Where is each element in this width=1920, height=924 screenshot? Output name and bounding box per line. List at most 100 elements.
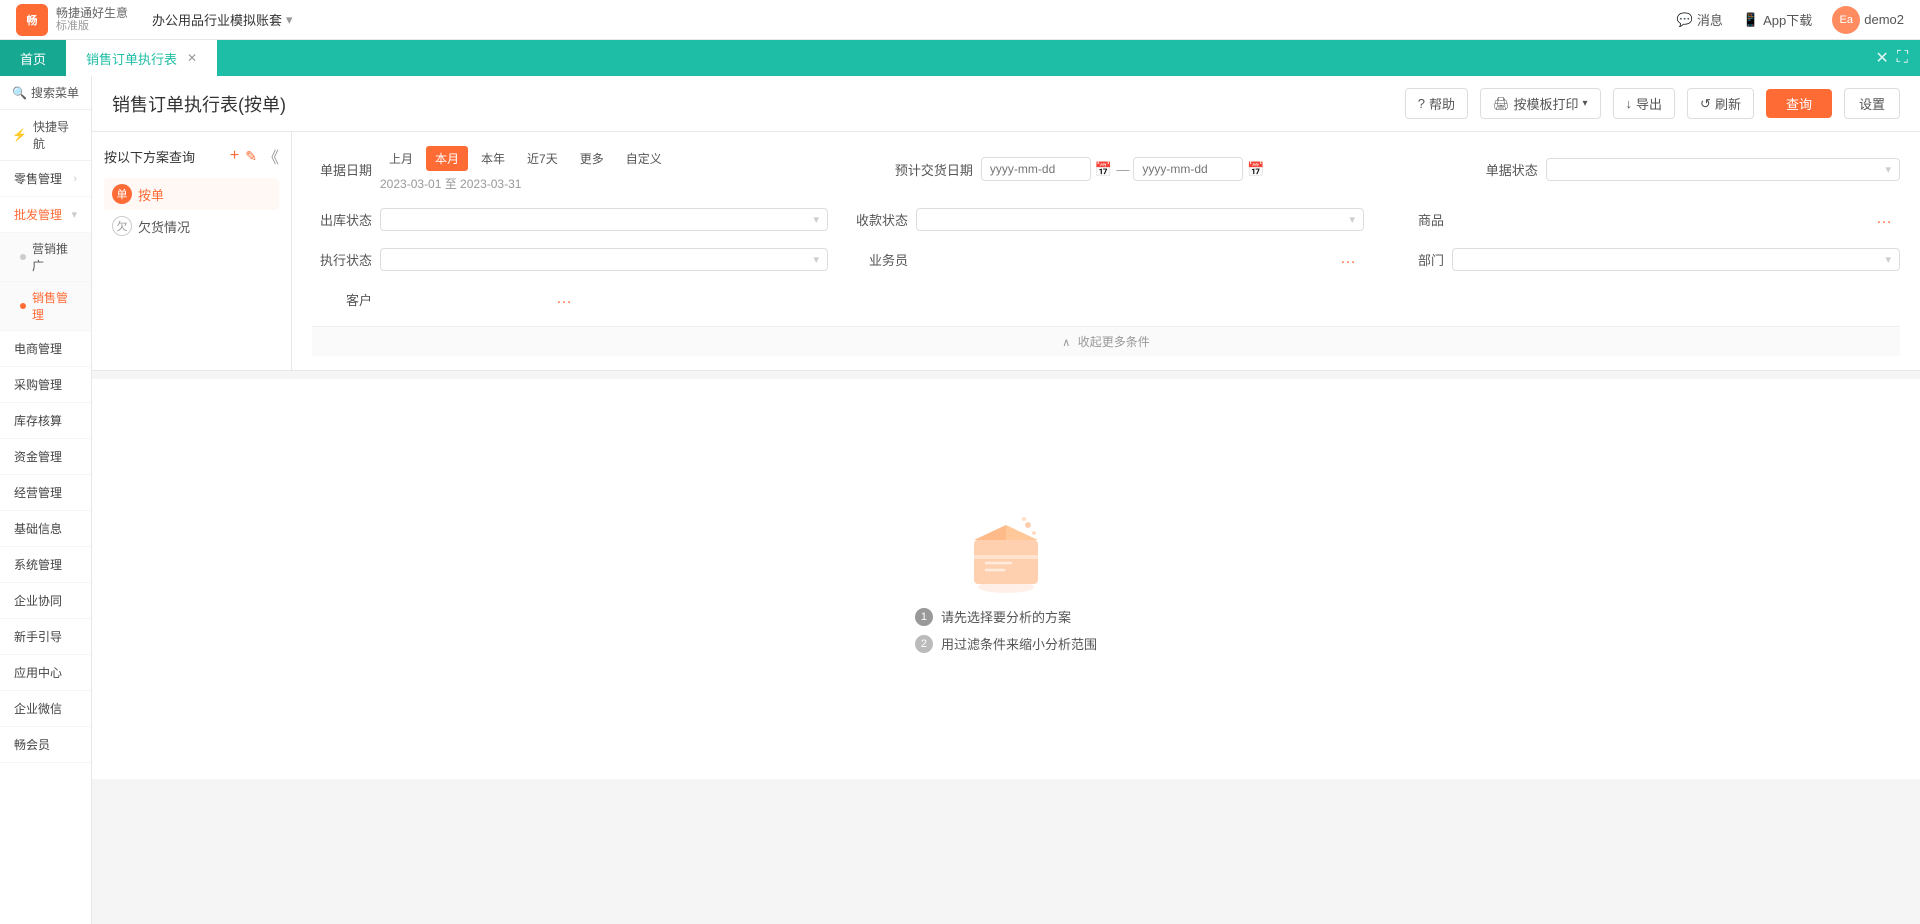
wholesale-arrow-icon: ▾ xyxy=(71,208,77,221)
cal-to-icon[interactable]: 📅 xyxy=(1247,161,1264,178)
delivery-status-arrow-icon: ▾ xyxy=(813,213,819,226)
predicted-date-from[interactable] xyxy=(981,157,1091,181)
app-name: 畅捷通好生意 标准版 xyxy=(56,6,128,34)
sidebar-item-operation[interactable]: 经营管理 xyxy=(0,475,91,511)
page-header: 销售订单执行表(按单) ? 帮助 🖨 按模板打印 ▾ ↓ 导出 ↺ 刷新 xyxy=(92,76,1920,132)
customer-more-icon[interactable]: … xyxy=(556,290,572,308)
sidebar-item-appstore[interactable]: 应用中心 xyxy=(0,655,91,691)
message-button[interactable]: 💬 消息 xyxy=(1677,10,1723,29)
step-2-num: 2 xyxy=(915,635,933,653)
goods-label: 商品 xyxy=(1384,210,1444,229)
empty-steps: 1 请先选择要分析的方案 2 用过滤条件来缩小分析范围 xyxy=(915,607,1097,653)
filter-salesperson-field: 业务员 … xyxy=(848,246,1364,272)
filter-date-field: 单据日期 上月 本月 本年 近7天 更多 自定义 2023-03-01 至 20… xyxy=(312,146,875,192)
sidebar-item-finance[interactable]: 资金管理 xyxy=(0,439,91,475)
predicted-date-label: 预计交货日期 xyxy=(895,160,973,179)
exec-status-select[interactable]: ▾ xyxy=(380,248,828,271)
date-control: 上月 本月 本年 近7天 更多 自定义 2023-03-01 至 2023-03… xyxy=(380,146,875,192)
sidebar-item-quick-nav[interactable]: ⚡ 快捷导航 xyxy=(0,110,91,161)
quick-nav-icon: ⚡ xyxy=(12,128,27,142)
dept-label: 部门 xyxy=(1384,250,1444,269)
settings-button[interactable]: 设置 xyxy=(1844,88,1900,119)
date-tab-more[interactable]: 更多 xyxy=(571,146,613,171)
help-button[interactable]: ? 帮助 xyxy=(1405,88,1468,119)
cal-from-icon[interactable]: 📅 xyxy=(1095,161,1112,178)
app-logo: 畅 xyxy=(16,4,48,36)
sidebar-item-member[interactable]: 畅会员 xyxy=(0,727,91,763)
customer-select[interactable]: … xyxy=(380,286,580,312)
breadcrumb-dropdown[interactable]: ▾ xyxy=(286,12,293,28)
sidebar-item-marketing[interactable]: 营销推广 xyxy=(0,233,91,282)
predicted-date-to[interactable] xyxy=(1133,157,1243,181)
filter-scheme-header: 按以下方案查询 + ✎ 《 xyxy=(104,144,279,168)
empty-step-2: 2 用过滤条件来缩小分析范围 xyxy=(915,634,1097,653)
download-button[interactable]: 📱 App下载 xyxy=(1743,10,1812,29)
date-tab-last7[interactable]: 近7天 xyxy=(518,146,567,171)
filter-row-2: 出库状态 ▾ 收款状态 ▾ 商品 xyxy=(312,206,1900,232)
filter-payment-status-field: 收款状态 ▾ xyxy=(848,208,1364,231)
delivery-status-select[interactable]: ▾ xyxy=(380,208,828,231)
predicted-date-control: 📅 — 📅 xyxy=(981,157,1458,181)
goods-more-icon[interactable]: … xyxy=(1876,210,1892,228)
sidebar-item-retail[interactable]: 零售管理 › xyxy=(0,161,91,197)
filter-panel: 按以下方案查询 + ✎ 《 单 按单 欠 欠货情况 xyxy=(92,132,1920,371)
date-tab-custom[interactable]: 自定义 xyxy=(617,146,671,171)
dept-select[interactable]: ▾ xyxy=(1452,248,1900,271)
filter-order-status-field: 单据状态 ▾ xyxy=(1478,158,1900,181)
sidebar-item-newbie[interactable]: 新手引导 xyxy=(0,619,91,655)
sidebar-item-inventory[interactable]: 库存核算 xyxy=(0,403,91,439)
content-area: 销售订单执行表(按单) ? 帮助 🖨 按模板打印 ▾ ↓ 导出 ↺ 刷新 xyxy=(92,76,1920,924)
user-menu[interactable]: Ea demo2 xyxy=(1832,6,1904,34)
sidebar-item-basic[interactable]: 基础信息 xyxy=(0,511,91,547)
page-header-actions: ? 帮助 🖨 按模板打印 ▾ ↓ 导出 ↺ 刷新 查询 设置 xyxy=(1405,88,1900,131)
nav-tabs: 首页 销售订单执行表 ✕ ✕ ⛶ xyxy=(0,40,1920,76)
salesperson-more-icon[interactable]: … xyxy=(1340,250,1356,268)
sidebar-item-sales-mgmt[interactable]: 销售管理 xyxy=(0,282,91,331)
collapse-scheme-icon[interactable]: 《 xyxy=(263,144,279,168)
print-arrow-icon: ▾ xyxy=(1583,98,1588,109)
sidebar-item-wholesale[interactable]: 批发管理 ▾ xyxy=(0,197,91,233)
salesperson-label: 业务员 xyxy=(848,250,908,269)
exec-status-label: 执行状态 xyxy=(312,250,372,269)
salesperson-select[interactable]: … xyxy=(916,246,1364,272)
date-label: 单据日期 xyxy=(312,160,372,179)
sidebar-item-system[interactable]: 系统管理 xyxy=(0,547,91,583)
edit-scheme-icon[interactable]: ✎ xyxy=(245,148,257,165)
date-tab-this-year[interactable]: 本年 xyxy=(472,146,514,171)
export-button[interactable]: ↓ 导出 xyxy=(1613,88,1676,119)
date-tab-this-month[interactable]: 本月 xyxy=(426,146,468,171)
sidebar-item-wechat[interactable]: 企业微信 xyxy=(0,691,91,727)
search-button[interactable]: 查询 xyxy=(1766,89,1832,118)
date-tab-last-month[interactable]: 上月 xyxy=(380,146,422,171)
scheme-arrears[interactable]: 欠 欠货情况 xyxy=(104,210,279,242)
filter-goods-field: 商品 … xyxy=(1384,206,1900,232)
tab-home[interactable]: 首页 xyxy=(0,40,66,76)
refresh-button[interactable]: ↺ 刷新 xyxy=(1687,88,1754,119)
step-1-num: 1 xyxy=(915,608,933,626)
tab-expand-icon[interactable]: ⛶ xyxy=(1897,49,1908,67)
wholesale-sub-menu: 营销推广 销售管理 xyxy=(0,233,91,331)
empty-step-1: 1 请先选择要分析的方案 xyxy=(915,607,1097,626)
sidebar-item-ecommerce[interactable]: 电商管理 xyxy=(0,331,91,367)
scheme-actions: + ✎ 《 xyxy=(230,144,279,168)
collapse-bar[interactable]: ∧ 收起更多条件 xyxy=(312,326,1900,356)
tab-close-all-icon[interactable]: ✕ xyxy=(1875,48,1888,68)
tab-sales-exec[interactable]: 销售订单执行表 ✕ xyxy=(66,40,217,76)
goods-select[interactable]: … xyxy=(1452,206,1900,232)
scheme-single[interactable]: 单 按单 xyxy=(104,178,279,210)
message-icon: 💬 xyxy=(1677,12,1693,28)
marketing-dot xyxy=(20,254,26,260)
search-menu[interactable]: 🔍 搜索菜单 xyxy=(0,76,91,110)
order-status-select[interactable]: ▾ xyxy=(1546,158,1900,181)
payment-status-select[interactable]: ▾ xyxy=(916,208,1364,231)
sidebar-item-enterprise[interactable]: 企业协同 xyxy=(0,583,91,619)
sales-dot xyxy=(20,303,26,309)
add-scheme-icon[interactable]: + xyxy=(230,147,239,165)
payment-status-arrow-icon: ▾ xyxy=(1349,213,1355,226)
template-print-button[interactable]: 🖨 按模板打印 ▾ xyxy=(1480,88,1601,119)
date-range-display: 2023-03-01 至 2023-03-31 xyxy=(380,175,521,192)
tab-close-icon[interactable]: ✕ xyxy=(187,51,197,65)
sidebar-item-purchase[interactable]: 采购管理 xyxy=(0,367,91,403)
breadcrumb: 办公用品行业模拟账套 ▾ xyxy=(152,10,293,29)
main-layout: 🔍 搜索菜单 ⚡ 快捷导航 零售管理 › 批发管理 ▾ 营销推广 销售管理 xyxy=(0,76,1920,924)
